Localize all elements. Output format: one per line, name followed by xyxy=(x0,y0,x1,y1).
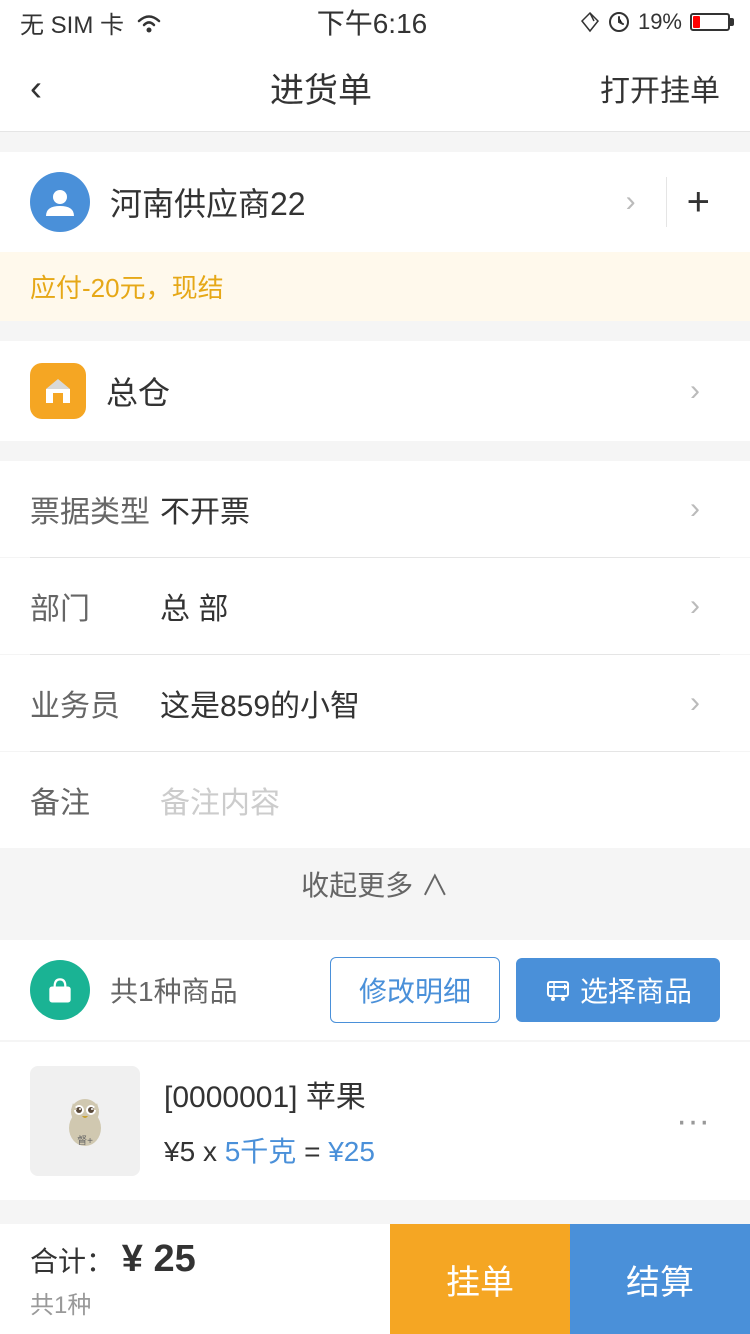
product-title: 苹果 xyxy=(306,1081,366,1114)
section-gap-1 xyxy=(0,132,750,152)
products-count: 共1种商品 xyxy=(110,970,330,1010)
hang-order-button[interactable]: 挂单 xyxy=(390,1224,570,1334)
salesman-chevron-icon: › xyxy=(690,686,700,720)
collapse-label: 收起更多 ∧ xyxy=(301,864,449,904)
product-info: [0000001] 苹果 ¥5 x 5千克 = ¥25 xyxy=(164,1072,666,1170)
svg-text:督+: 督+ xyxy=(77,1134,93,1147)
supplier-avatar xyxy=(30,172,90,232)
location-icon xyxy=(580,11,600,33)
clock-icon xyxy=(608,11,630,33)
equals-sign: = xyxy=(304,1136,328,1167)
total-label: 合计： xyxy=(30,1246,114,1277)
department-label: 部门 xyxy=(30,584,160,628)
ticket-type-value: 不开票 xyxy=(160,487,690,531)
salesman-label: 业务员 xyxy=(30,681,160,725)
salesman-row[interactable]: 业务员 这是859的小智 › xyxy=(0,655,750,751)
product-item: 督+ [0000001] 苹果 ¥5 x 5千克 = ¥25 ··· xyxy=(0,1042,750,1200)
supplier-name: 河南供应商22 xyxy=(110,179,626,225)
battery-percent: 19% xyxy=(638,9,682,35)
battery-icon xyxy=(690,13,730,31)
ticket-type-chevron-icon: › xyxy=(690,492,700,526)
section-gap-4 xyxy=(0,920,750,940)
status-time: 下午6:16 xyxy=(317,2,428,42)
total-section: 合计： ¥ 25 共1种 xyxy=(0,1224,390,1334)
cart-icon xyxy=(544,978,572,1002)
edit-details-button[interactable]: 修改明细 xyxy=(330,957,500,1023)
product-more-button[interactable]: ··· xyxy=(666,1092,720,1151)
product-code: [0000001] xyxy=(164,1081,297,1114)
back-button[interactable]: ‹ xyxy=(30,67,42,109)
ticket-type-row[interactable]: 票据类型 不开票 › xyxy=(0,461,750,557)
section-gap-3 xyxy=(0,441,750,461)
warehouse-row[interactable]: 总仓 › xyxy=(0,341,750,441)
total-amount: ¥ 25 xyxy=(122,1238,196,1280)
product-thumbnail: 督+ xyxy=(30,1066,140,1176)
notice-bar: 应付-20元，现结 xyxy=(0,252,750,321)
divider xyxy=(666,177,667,227)
warehouse-name: 总仓 xyxy=(106,368,690,414)
remark-row[interactable]: 备注 备注内容 xyxy=(0,752,750,848)
carrier-label: 无 SIM 卡 xyxy=(20,5,124,40)
products-header: 共1种商品 修改明细 选择商品 xyxy=(0,940,750,1040)
select-product-button[interactable]: 选择商品 xyxy=(516,958,720,1022)
department-value: 总 部 xyxy=(160,584,690,628)
product-price: ¥5 x 5千克 = ¥25 xyxy=(164,1130,666,1170)
person-icon xyxy=(42,184,78,220)
wifi-icon xyxy=(134,11,164,33)
department-chevron-icon: › xyxy=(690,589,700,623)
remark-input[interactable]: 备注内容 xyxy=(160,778,720,822)
products-icon xyxy=(30,960,90,1020)
section-gap-2 xyxy=(0,321,750,341)
total-main: 合计： ¥ 25 xyxy=(30,1238,360,1281)
status-left: 无 SIM 卡 xyxy=(20,5,164,40)
nav-bar: ‹ 进货单 打开挂单 xyxy=(0,44,750,132)
supplier-row[interactable]: 河南供应商22 › + xyxy=(0,152,750,252)
remark-label: 备注 xyxy=(30,778,160,822)
select-product-label: 选择商品 xyxy=(580,970,692,1010)
department-row[interactable]: 部门 总 部 › xyxy=(0,558,750,654)
open-pending-button[interactable]: 打开挂单 xyxy=(600,66,720,110)
product-name: [0000001] 苹果 xyxy=(164,1072,666,1116)
status-right: 19% xyxy=(580,9,730,35)
collapse-row[interactable]: 收起更多 ∧ xyxy=(0,848,750,920)
bag-icon xyxy=(44,974,76,1006)
salesman-value: 这是859的小智 xyxy=(160,681,690,725)
add-supplier-button[interactable]: + xyxy=(677,180,720,225)
warehouse-icon xyxy=(30,363,86,419)
supplier-chevron-icon: › xyxy=(626,185,636,219)
notice-text: 应付-20元，现结 xyxy=(30,273,224,303)
product-quantity: 5千克 xyxy=(225,1136,297,1167)
status-bar: 无 SIM 卡 下午6:16 19% xyxy=(0,0,750,44)
owl-logo: 督+ xyxy=(50,1086,120,1156)
ticket-type-label: 票据类型 xyxy=(30,487,160,531)
multiply-sign: x xyxy=(203,1136,225,1167)
warehouse-chevron-icon: › xyxy=(690,374,700,408)
product-total: ¥25 xyxy=(328,1136,375,1167)
page-title: 进货单 xyxy=(270,63,372,112)
unit-price: ¥5 xyxy=(164,1136,195,1167)
total-sub: 共1种 xyxy=(30,1285,360,1320)
checkout-button[interactable]: 结算 xyxy=(570,1224,750,1334)
house-icon xyxy=(42,375,74,407)
bottom-bar: 合计： ¥ 25 共1种 挂单 结算 xyxy=(0,1224,750,1334)
